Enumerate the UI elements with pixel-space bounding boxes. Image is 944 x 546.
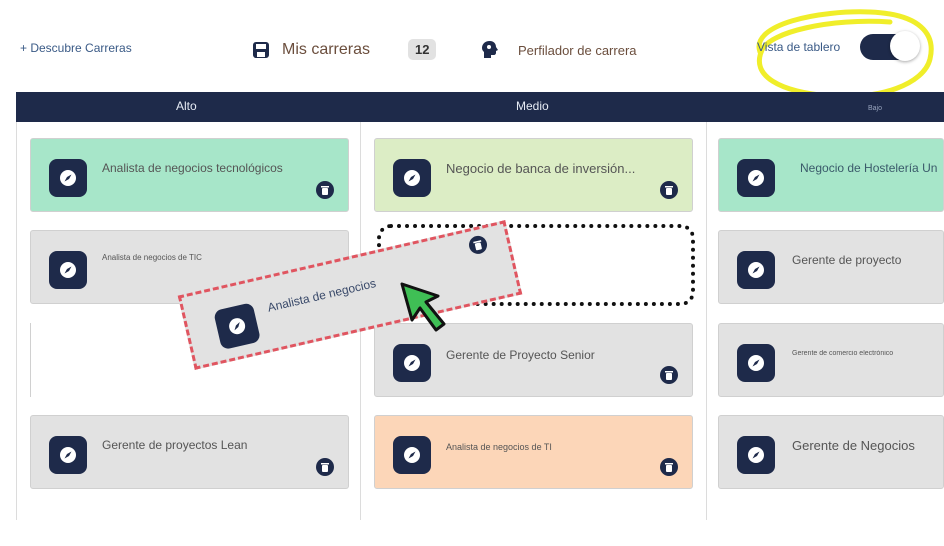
compass-icon bbox=[49, 159, 87, 197]
career-card[interactable]: Negocio de banca de inversión... bbox=[374, 138, 693, 212]
trash-icon[interactable] bbox=[660, 458, 678, 476]
career-card[interactable]: Analista de negocios tecnológicos bbox=[30, 138, 349, 212]
column-header-bar bbox=[16, 92, 944, 122]
trash-icon[interactable] bbox=[467, 234, 489, 256]
my-careers-label: Mis carreras bbox=[282, 40, 371, 58]
compass-icon bbox=[393, 159, 431, 197]
my-careers-count-badge: 12 bbox=[408, 39, 437, 60]
board-view-control: Vista de tablero bbox=[757, 31, 921, 61]
compass-icon bbox=[393, 436, 431, 474]
career-card[interactable]: Gerente de proyectos Lean bbox=[30, 415, 349, 489]
column-title-alto: Alto bbox=[176, 99, 197, 113]
trash-icon[interactable] bbox=[660, 181, 678, 199]
career-card[interactable]: Gerente de Proyecto Senior bbox=[374, 323, 693, 397]
trash-icon[interactable] bbox=[316, 458, 334, 476]
column-title-bajo: Bajo bbox=[868, 105, 883, 112]
career-card-title: Gerente de comercio electrónico bbox=[792, 350, 894, 357]
compass-icon bbox=[49, 251, 87, 289]
compass-icon bbox=[393, 344, 431, 382]
career-card[interactable]: Gerente de Negocios bbox=[718, 415, 944, 489]
my-careers-button[interactable]: Mis carreras 12 bbox=[252, 39, 437, 60]
board-view-label: Vista de tablero bbox=[757, 40, 841, 54]
career-card-title: Negocio de Hostelería Un bbox=[800, 161, 938, 175]
compass-icon bbox=[737, 159, 775, 197]
dragged-card-title: Analista de negocios bbox=[266, 276, 378, 315]
career-card[interactable]: Negocio de Hostelería Un bbox=[718, 138, 944, 212]
career-card-title: Analista de negocios de TIC bbox=[102, 253, 202, 262]
discover-careers-link[interactable]: + Descubre Carreras bbox=[20, 41, 132, 55]
career-card-title: Gerente de Proyecto Senior bbox=[446, 348, 595, 362]
column-title-medio: Medio bbox=[516, 99, 549, 113]
career-card-title: Negocio de banca de inversión... bbox=[446, 161, 636, 176]
career-profiler-button[interactable]: Perfilador de carrera bbox=[480, 40, 637, 60]
column-divider bbox=[706, 122, 707, 520]
career-card[interactable]: Gerente de proyecto bbox=[718, 230, 944, 304]
career-board-page: + Descubre Carreras Mis carreras 12 Perf… bbox=[0, 0, 944, 546]
trash-icon[interactable] bbox=[660, 366, 678, 384]
career-card[interactable]: Analista de negocios de TI bbox=[374, 415, 693, 489]
career-profiler-label: Perfilador de carrera bbox=[518, 42, 637, 58]
cursor-arrow-icon bbox=[400, 282, 446, 332]
compass-icon bbox=[49, 436, 87, 474]
board-view-toggle[interactable] bbox=[860, 31, 921, 61]
compass-icon bbox=[737, 251, 775, 289]
empty-slot bbox=[30, 323, 38, 397]
compass-icon bbox=[737, 344, 775, 382]
career-card-title: Gerente de proyecto bbox=[792, 253, 902, 267]
top-bar: + Descubre Carreras Mis carreras 12 Perf… bbox=[0, 0, 944, 100]
career-card-title: Analista de negocios tecnológicos bbox=[102, 161, 283, 175]
trash-icon[interactable] bbox=[316, 181, 334, 199]
career-card-title: Analista de negocios de TI bbox=[446, 442, 552, 452]
compass-icon bbox=[737, 436, 775, 474]
toggle-knob bbox=[890, 31, 921, 61]
save-icon bbox=[252, 41, 270, 59]
brain-icon bbox=[480, 40, 500, 60]
compass-icon bbox=[213, 302, 262, 351]
career-card-title: Gerente de proyectos Lean bbox=[102, 438, 248, 452]
career-card[interactable]: Gerente de comercio electrónico bbox=[718, 323, 944, 397]
career-card-title: Gerente de Negocios bbox=[792, 438, 915, 453]
column-divider bbox=[16, 122, 17, 520]
